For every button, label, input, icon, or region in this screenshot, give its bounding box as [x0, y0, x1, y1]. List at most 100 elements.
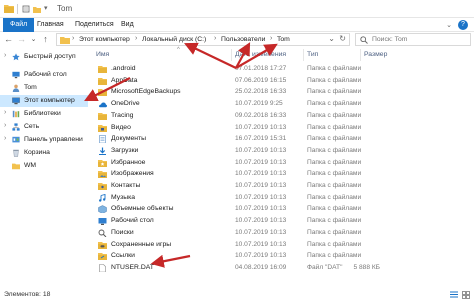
table-row[interactable]: Документы 16.07.2019 15:31 Папка с файлами — [92, 133, 474, 145]
folder-icon — [98, 66, 107, 73]
table-row[interactable]: Видео 10.07.2019 10:13 Папка с файлами — [92, 122, 474, 134]
file-date: 10.07.2019 10:13 — [235, 170, 287, 178]
address-bar[interactable]: › Этот компьютер › Локальный диск (C:) ›… — [56, 33, 350, 46]
column-divider[interactable] — [303, 49, 304, 61]
sidebar-item-libraries[interactable]: › Библиотеки — [0, 108, 88, 120]
file-name: AppData — [111, 76, 138, 84]
table-row[interactable]: Музыка 10.07.2019 10:13 Папка с файлами — [92, 192, 474, 204]
table-row[interactable]: Рабочий стол 10.07.2019 10:13 Папка с файл… — [92, 215, 474, 227]
file-date: 10.07.2019 10:13 — [235, 158, 287, 166]
window-title: Tom — [57, 4, 73, 13]
folder-icon — [4, 5, 14, 13]
breadcrumb-tom[interactable]: Tom — [277, 36, 290, 43]
file-type: Папка с файлами — [307, 252, 362, 260]
large-icons-view-icon[interactable] — [462, 291, 470, 299]
recycle-bin-icon — [13, 149, 19, 157]
table-row[interactable]: NTUSER.DAT 04.08.2019 16:09 Файл "DAT" 5 88… — [92, 262, 474, 274]
file-date: 09.02.2018 16:33 — [235, 111, 287, 119]
folder-icon — [98, 77, 107, 85]
network-icon — [12, 123, 20, 131]
table-row[interactable]: Контакты 10.07.2019 10:13 Папка с файлами — [92, 180, 474, 192]
status-bar: Элементов: 18 — [0, 289, 474, 301]
breadcrumb-users[interactable]: Пользователи — [221, 36, 265, 43]
table-row[interactable]: Ссылки 10.07.2019 10:13 Папка с файлами — [92, 250, 474, 262]
sidebar-item-tom[interactable]: Tom — [0, 82, 88, 94]
sidebar-item-control-panel[interactable]: › Панель управлени — [0, 134, 88, 146]
column-divider[interactable] — [231, 49, 232, 61]
table-row[interactable]: MicrosoftEdgeBackups 25.02.2018 16:33 Папк… — [92, 86, 474, 98]
up-arrow-icon[interactable]: ↑ — [40, 34, 51, 45]
table-row[interactable]: OneDrive 10.07.2019 9:25 Папка с файлами — [92, 98, 474, 110]
tab-share[interactable]: Поделиться — [68, 18, 121, 32]
file-type: Папка с файлами — [307, 76, 362, 84]
table-row[interactable]: Tracing 09.02.2018 16:33 Папка с файлами — [92, 110, 474, 122]
table-row[interactable]: Изображения 10.07.2019 10:13 Папка с файла… — [92, 168, 474, 180]
crumb-separator-icon: › — [72, 35, 75, 42]
search-icon — [360, 36, 368, 44]
expand-chevron-icon[interactable]: › — [4, 122, 6, 129]
column-divider[interactable] — [360, 49, 361, 61]
crumb-separator-icon: › — [270, 35, 273, 42]
back-arrow-icon[interactable]: ← — [3, 34, 14, 45]
control-panel-icon — [12, 136, 20, 143]
file-type: Папка с файлами — [307, 146, 362, 154]
sidebar-item-network[interactable]: › Сеть — [0, 121, 88, 133]
help-icon[interactable]: ? — [458, 20, 468, 30]
recent-locations-chevron-icon[interactable]: ⌄ — [28, 34, 39, 45]
new-folder-icon[interactable] — [33, 5, 41, 13]
desktop-folder-icon — [98, 218, 107, 226]
table-row[interactable]: Поиски 10.07.2019 10:13 Папка с файлами — [92, 227, 474, 239]
star-icon — [12, 53, 20, 61]
table-row[interactable]: .android 07.01.2018 17:27 Папка с файлами — [92, 63, 474, 75]
sidebar-item-quick-access[interactable]: › Быстрый доступ — [0, 51, 88, 63]
column-header-date[interactable]: Дата изменения — [235, 51, 286, 58]
column-header-name[interactable]: Имя — [96, 51, 109, 58]
ribbon-tabs: Файл Главная Поделиться Вид ⌄ ? — [0, 18, 474, 32]
file-name: Музыка — [111, 193, 136, 201]
table-row[interactable]: AppData 07.06.2019 16:15 Папка с файлами — [92, 75, 474, 87]
expand-chevron-icon[interactable]: › — [4, 135, 6, 142]
column-header-type[interactable]: Тип — [307, 51, 318, 58]
ribbon-expand-icon[interactable]: ⌄ — [446, 21, 452, 29]
sort-indicator-icon: ^ — [177, 47, 180, 53]
pictures-folder-icon — [98, 171, 107, 179]
file-type: Папка с файлами — [307, 193, 362, 201]
breadcrumb-this-pc[interactable]: Этот компьютер — [79, 36, 130, 43]
file-date: 04.08.2019 16:09 — [235, 263, 287, 271]
sidebar-item-desktop[interactable]: Рабочий стол — [0, 69, 88, 81]
breadcrumb-local-disk[interactable]: Локальный диск (C:) — [142, 36, 206, 43]
file-type: Папка с файлами — [307, 158, 362, 166]
sidebar-item-label: Быстрый доступ — [24, 53, 76, 60]
navigation-pane: › Быстрый доступ Рабочий стол Tom Этот к… — [0, 47, 88, 289]
tab-home[interactable]: Главная — [30, 18, 71, 32]
properties-icon[interactable] — [22, 5, 30, 13]
file-date: 16.07.2019 15:31 — [235, 135, 287, 143]
file-name: Рабочий стол — [111, 217, 154, 225]
sidebar-item-label: Корзина — [24, 149, 50, 156]
search-input[interactable]: Поиск: Tom — [355, 33, 471, 46]
tab-view[interactable]: Вид — [114, 18, 141, 32]
file-type: Папка с файлами — [307, 111, 362, 119]
sidebar-item-recycle-bin[interactable]: Корзина — [0, 147, 88, 159]
refresh-icon[interactable]: ↻ — [339, 34, 346, 43]
file-type: Папка с файлами — [307, 182, 362, 189]
table-row[interactable]: Сохраненные игры 10.07.2019 10:13 Папка с … — [92, 239, 474, 251]
sidebar-item-this-pc[interactable]: Этот компьютер — [0, 95, 88, 107]
file-date: 10.07.2019 9:25 — [235, 100, 283, 108]
forward-arrow-icon[interactable]: → — [16, 34, 27, 45]
file-name: Контакты — [111, 182, 141, 189]
file-icon — [99, 264, 106, 272]
details-view-icon[interactable] — [450, 291, 458, 299]
expand-chevron-icon[interactable]: › — [4, 52, 6, 59]
file-type: Папка с файлами — [307, 170, 362, 178]
column-header-size[interactable]: Размер — [364, 51, 387, 58]
sidebar-item-wm[interactable]: WM — [0, 160, 88, 172]
table-row[interactable]: Избранное 10.07.2019 10:13 Папка с файлами — [92, 157, 474, 169]
address-dropdown-icon[interactable]: ⌄ — [328, 34, 335, 43]
file-name: Поиски — [111, 228, 134, 236]
quick-access-dropdown-icon[interactable]: ▾ — [44, 5, 52, 13]
table-row[interactable]: Объемные объекты 10.07.2019 10:13 Папка с … — [92, 203, 474, 215]
expand-chevron-icon[interactable]: › — [4, 109, 6, 116]
file-list: ^ Имя Дата изменения Тип Размер .android… — [92, 47, 474, 289]
table-row[interactable]: Загрузки 10.07.2019 10:13 Папка с файлами — [92, 145, 474, 157]
